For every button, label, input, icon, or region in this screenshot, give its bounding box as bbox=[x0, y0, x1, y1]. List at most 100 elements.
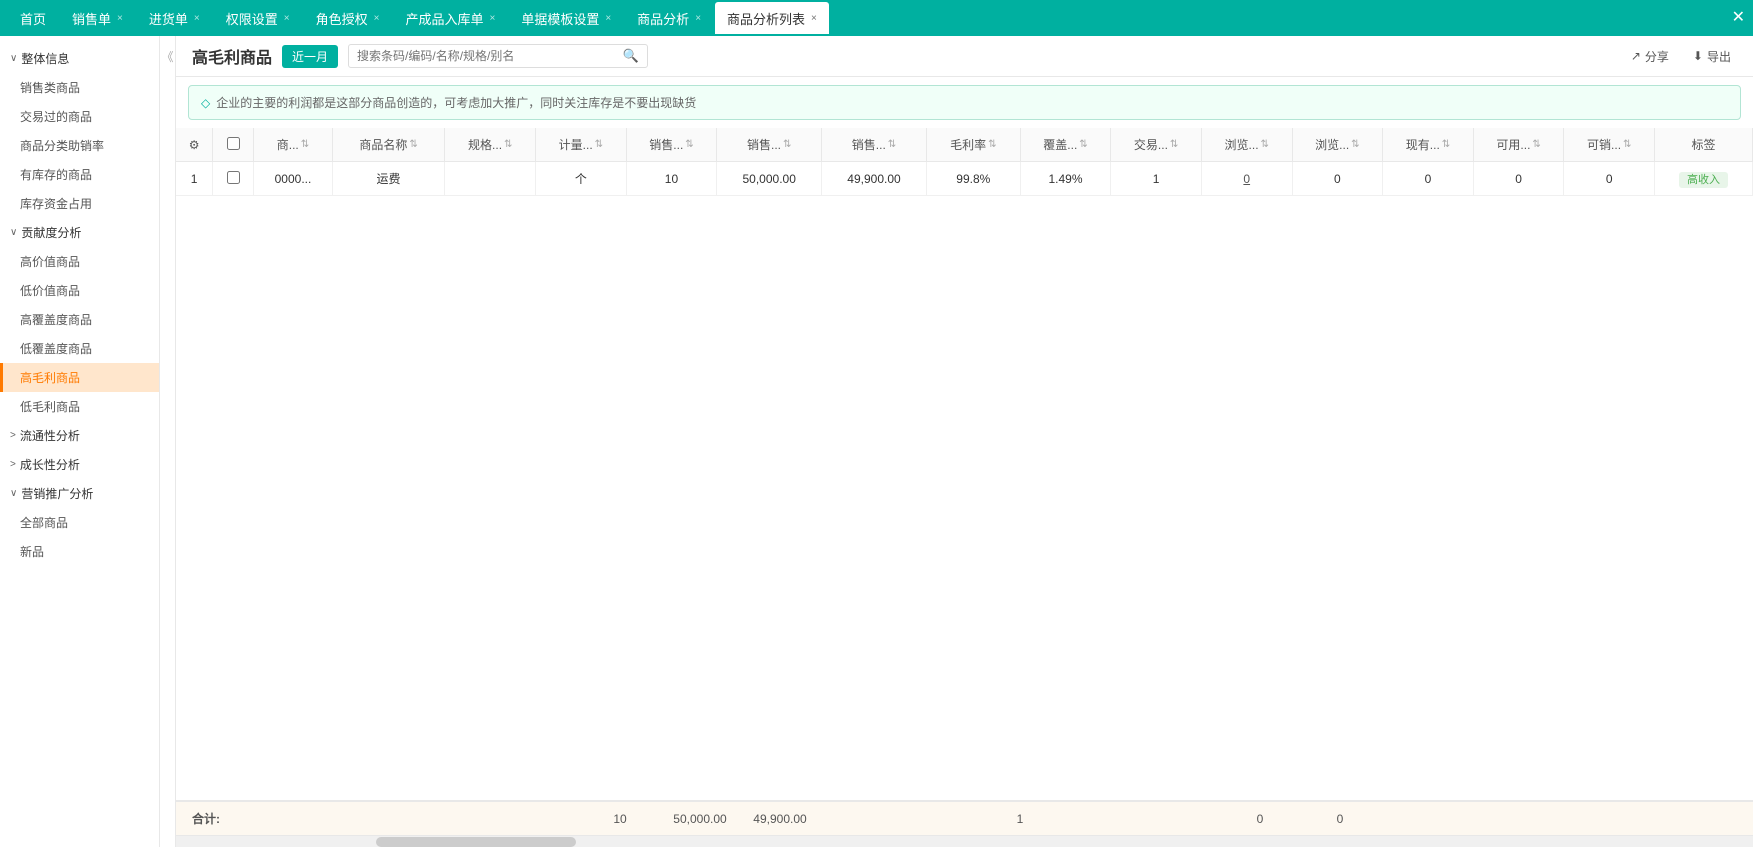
row-select-checkbox[interactable] bbox=[227, 171, 240, 184]
window-close-button[interactable]: ✕ bbox=[1732, 10, 1745, 26]
row-available: 0 bbox=[1473, 162, 1564, 196]
col-header-14[interactable]: 现有...⇅ bbox=[1383, 128, 1474, 162]
sidebar-group-3[interactable]: >成长性分析 bbox=[0, 450, 159, 479]
col-header-4[interactable]: 规格...⇅ bbox=[445, 128, 536, 162]
sort-icon-13[interactable]: ⇅ bbox=[1351, 139, 1359, 150]
col-header-3[interactable]: 商品名称⇅ bbox=[332, 128, 445, 162]
sort-icon-11[interactable]: ⇅ bbox=[1170, 139, 1178, 150]
sidebar-item-1-2[interactable]: 高覆盖度商品 bbox=[0, 305, 159, 334]
data-table-container: ⚙商...⇅商品名称⇅规格...⇅计量...⇅销售...⇅销售...⇅销售...… bbox=[176, 128, 1753, 800]
col-header-label-6: 销售... bbox=[649, 136, 683, 153]
sort-icon-5[interactable]: ⇅ bbox=[595, 139, 603, 150]
col-header-16[interactable]: 可销...⇅ bbox=[1564, 128, 1655, 162]
tab-close-icon-5[interactable]: × bbox=[489, 13, 495, 24]
sort-icon-10[interactable]: ⇅ bbox=[1079, 139, 1087, 150]
sidebar-item-1-3[interactable]: 低覆盖度商品 bbox=[0, 334, 159, 363]
nav-item-0[interactable]: 首页 bbox=[8, 2, 58, 34]
sidebar-group-2[interactable]: > 流通性分析 bbox=[0, 421, 159, 450]
sidebar-item-0-2[interactable]: 商品分类助销率 bbox=[0, 131, 159, 160]
sidebar-collapse-button[interactable]: 《 bbox=[160, 36, 176, 847]
nav-item-5[interactable]: 产成品入库单× bbox=[393, 2, 507, 34]
sidebar-item-1-5[interactable]: 低毛利商品 bbox=[0, 392, 159, 421]
nav-item-3[interactable]: 权限设置× bbox=[214, 2, 302, 34]
col-header-label-16: 可销... bbox=[1587, 136, 1621, 153]
row-code: 0000... bbox=[254, 162, 332, 196]
time-filter-button[interactable]: 近一月 bbox=[282, 45, 338, 68]
sidebar-item-1-1[interactable]: 低价值商品 bbox=[0, 276, 159, 305]
tab-close-icon-2[interactable]: × bbox=[194, 13, 200, 24]
col-header-label-8: 销售... bbox=[852, 136, 886, 153]
sort-icon-9[interactable]: ⇅ bbox=[988, 139, 996, 150]
sidebar: ∨整体信息销售类商品交易过的商品商品分类助销率有库存的商品库存资金占用∨贡献度分… bbox=[0, 36, 160, 847]
tab-close-icon-6[interactable]: × bbox=[605, 13, 611, 24]
row-browse1[interactable]: 0 bbox=[1201, 162, 1292, 196]
col-header-5[interactable]: 计量...⇅ bbox=[536, 128, 627, 162]
col-header-11[interactable]: 交易...⇅ bbox=[1111, 128, 1202, 162]
group-label-1: 贡献度分析 bbox=[21, 224, 81, 241]
sidebar-group-0[interactable]: ∨整体信息 bbox=[0, 44, 159, 73]
tab-close-icon-7[interactable]: × bbox=[695, 13, 701, 24]
tab-close-icon-3[interactable]: × bbox=[284, 13, 290, 24]
sort-icon-4[interactable]: ⇅ bbox=[504, 139, 512, 150]
totals-label: 合计: bbox=[192, 810, 220, 827]
col-header-15[interactable]: 可用...⇅ bbox=[1473, 128, 1564, 162]
search-icon[interactable]: 🔍 bbox=[623, 48, 639, 64]
sidebar-item-0-1[interactable]: 交易过的商品 bbox=[0, 102, 159, 131]
export-button[interactable]: ⬇ 导出 bbox=[1687, 45, 1737, 68]
select-all-checkbox[interactable] bbox=[227, 137, 240, 150]
sort-icon-14[interactable]: ⇅ bbox=[1442, 139, 1450, 150]
sidebar-group-1[interactable]: ∨贡献度分析 bbox=[0, 218, 159, 247]
sidebar-item-0-3[interactable]: 有库存的商品 bbox=[0, 160, 159, 189]
col-header-12[interactable]: 浏览...⇅ bbox=[1201, 128, 1292, 162]
tab-close-icon-8[interactable]: × bbox=[811, 13, 817, 24]
table-header: ⚙商...⇅商品名称⇅规格...⇅计量...⇅销售...⇅销售...⇅销售...… bbox=[176, 128, 1753, 162]
sidebar-item-0-0[interactable]: 销售类商品 bbox=[0, 73, 159, 102]
scrollbar-thumb[interactable] bbox=[376, 837, 576, 847]
row-browse1-link[interactable]: 0 bbox=[1243, 172, 1250, 186]
search-input[interactable] bbox=[357, 49, 623, 63]
nav-item-4[interactable]: 角色授权× bbox=[304, 2, 392, 34]
sidebar-item-1-4[interactable]: 高毛利商品 bbox=[0, 363, 159, 392]
sort-icon-12[interactable]: ⇅ bbox=[1261, 139, 1269, 150]
share-button[interactable]: ↗ 分享 bbox=[1625, 45, 1675, 68]
sidebar-group-4[interactable]: ∨营销推广分析 bbox=[0, 479, 159, 508]
col-header-10[interactable]: 覆盖...⇅ bbox=[1020, 128, 1111, 162]
nav-item-6[interactable]: 单据模板设置× bbox=[509, 2, 623, 34]
sort-icon-15[interactable]: ⇅ bbox=[1532, 139, 1540, 150]
col-header-13[interactable]: 浏览...⇅ bbox=[1292, 128, 1383, 162]
share-icon: ↗ bbox=[1631, 49, 1641, 63]
search-box: 🔍 bbox=[348, 44, 648, 68]
table-header-row: ⚙商...⇅商品名称⇅规格...⇅计量...⇅销售...⇅销售...⇅销售...… bbox=[176, 128, 1753, 162]
data-table: ⚙商...⇅商品名称⇅规格...⇅计量...⇅销售...⇅销售...⇅销售...… bbox=[176, 128, 1753, 196]
sort-icon-8[interactable]: ⇅ bbox=[888, 139, 896, 150]
top-navigation: 首页销售单×进货单×权限设置×角色授权×产成品入库单×单据模板设置×商品分析×商… bbox=[0, 0, 1753, 36]
nav-item-2[interactable]: 进货单× bbox=[137, 2, 212, 34]
sort-icon-3[interactable]: ⇅ bbox=[409, 139, 417, 150]
sort-icon-6[interactable]: ⇅ bbox=[685, 139, 693, 150]
totals-sales3: 49,900.00 bbox=[740, 812, 820, 826]
sort-icon-16[interactable]: ⇅ bbox=[1623, 139, 1631, 150]
col-header-8[interactable]: 销售...⇅ bbox=[822, 128, 927, 162]
info-text: 企业的主要的利润都是这部分商品创造的，可考虑加大推广，同时关注库存是不要出现缺货 bbox=[216, 94, 696, 111]
sort-icon-7[interactable]: ⇅ bbox=[783, 139, 791, 150]
sidebar-item-0-4[interactable]: 库存资金占用 bbox=[0, 189, 159, 218]
sidebar-item-1-0[interactable]: 高价值商品 bbox=[0, 247, 159, 276]
nav-item-7[interactable]: 商品分析× bbox=[625, 2, 713, 34]
sort-icon-2[interactable]: ⇅ bbox=[301, 139, 309, 150]
group-label-2: 流通性分析 bbox=[20, 427, 80, 444]
col-header-7[interactable]: 销售...⇅ bbox=[717, 128, 822, 162]
sidebar-item-4-0[interactable]: 全部商品 bbox=[0, 508, 159, 537]
group-arrow-icon-3: > bbox=[10, 459, 16, 470]
tab-close-icon-1[interactable]: × bbox=[117, 13, 123, 24]
group-arrow-icon-2: > bbox=[10, 430, 16, 441]
col-header-9[interactable]: 毛利率⇅ bbox=[926, 128, 1020, 162]
sidebar-item-4-1[interactable]: 新品 bbox=[0, 537, 159, 566]
nav-item-8[interactable]: 商品分析列表× bbox=[715, 2, 829, 34]
col-header-2[interactable]: 商...⇅ bbox=[254, 128, 332, 162]
col-header-6[interactable]: 销售...⇅ bbox=[626, 128, 717, 162]
row-checkbox[interactable] bbox=[213, 162, 254, 196]
col-header-label-15: 可用... bbox=[1496, 136, 1530, 153]
horizontal-scrollbar[interactable] bbox=[176, 835, 1753, 847]
nav-item-1[interactable]: 销售单× bbox=[60, 2, 135, 34]
tab-close-icon-4[interactable]: × bbox=[374, 13, 380, 24]
